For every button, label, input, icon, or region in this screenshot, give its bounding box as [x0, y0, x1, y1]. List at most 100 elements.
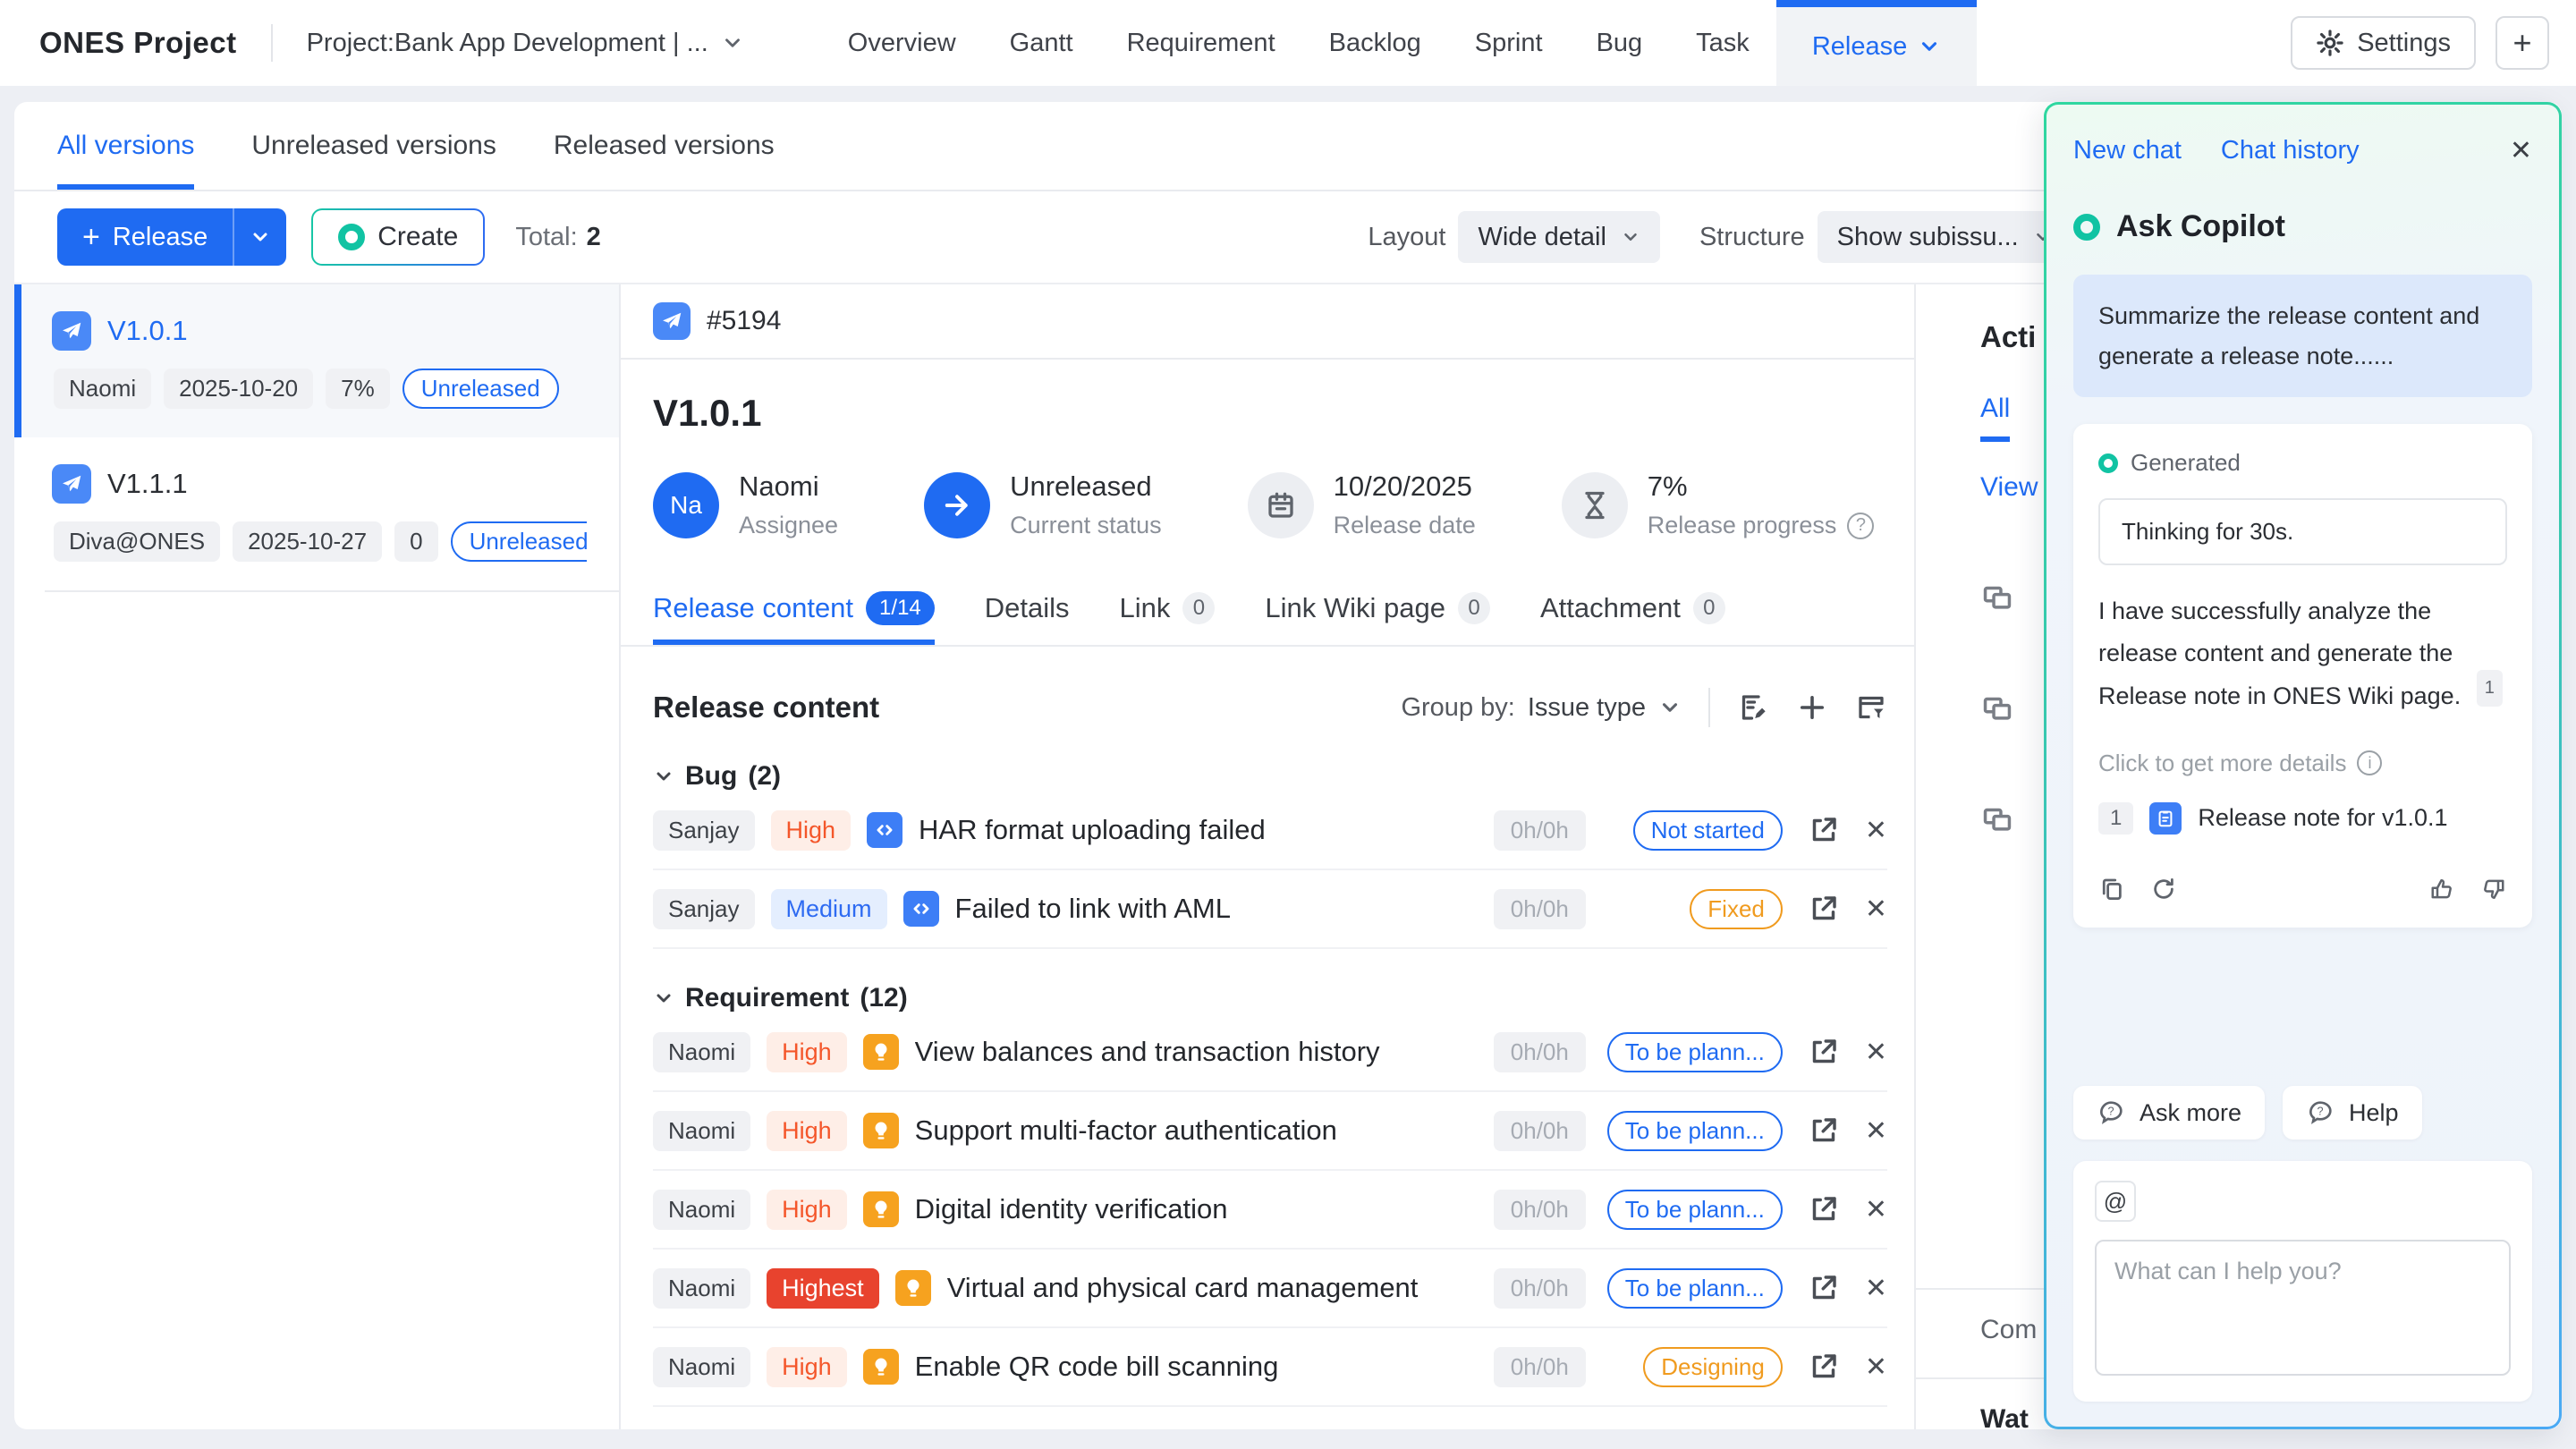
group-header-requirement[interactable]: Requirement (12) [653, 983, 1887, 1013]
version-item-v101[interactable]: V1.0.1 Naomi 2025-10-20 7% Unreleased [14, 284, 619, 437]
new-chat-link[interactable]: New chat [2073, 136, 2182, 165]
issue-title[interactable]: HAR format uploading failed [919, 814, 1478, 846]
thumbs-down-icon[interactable] [2480, 876, 2507, 902]
thinking-toggle[interactable]: Thinking for 30s. [2098, 498, 2507, 566]
hours-tag: 0h/0h [1493, 809, 1586, 851]
issue-title[interactable]: Digital identity verification [915, 1193, 1478, 1225]
nav-bug[interactable]: Bug [1570, 0, 1670, 86]
add-button[interactable]: + [2496, 16, 2549, 70]
plus-icon: + [2512, 24, 2532, 61]
chat-history-link[interactable]: Chat history [2221, 136, 2360, 165]
issue-title[interactable]: View balances and transaction history [915, 1036, 1478, 1068]
nav-overview[interactable]: Overview [821, 0, 983, 86]
open-in-new-icon[interactable] [1808, 893, 1840, 925]
meta-progress[interactable]: 7% Release progress ? [1561, 470, 1875, 539]
remove-icon[interactable]: ✕ [1865, 1273, 1887, 1304]
filter-panel-icon[interactable] [1855, 691, 1887, 724]
structure-label: Structure [1699, 222, 1805, 251]
nav-release[interactable]: Release [1775, 0, 1978, 86]
group-header-bug[interactable]: Bug (2) [653, 761, 1887, 792]
open-in-new-icon[interactable] [1808, 1036, 1840, 1068]
nav-requirement[interactable]: Requirement [1100, 0, 1302, 86]
tab-link[interactable]: Link 0 [1120, 577, 1216, 645]
row-actions: 0h/0h To be plann... ✕ [1493, 1031, 1887, 1072]
tab-unreleased-versions[interactable]: Unreleased versions [251, 102, 496, 190]
status-pill[interactable]: Fixed [1690, 888, 1783, 929]
status-pill[interactable]: Designing [1643, 1346, 1783, 1387]
status-pill[interactable]: Not started [1632, 809, 1783, 851]
issue-title[interactable]: Support multi-factor authentication [915, 1114, 1478, 1147]
remove-icon[interactable]: ✕ [1865, 1194, 1887, 1225]
nav-gantt[interactable]: Gantt [983, 0, 1100, 86]
issue-row[interactable]: Naomi High Enable QR code bill scanning … [653, 1328, 1887, 1407]
new-release-button[interactable]: + Release [57, 208, 287, 266]
group-by-select[interactable]: Group by: Issue type [1401, 693, 1682, 723]
tab-link-wiki-page[interactable]: Link Wiki page 0 [1265, 577, 1490, 645]
open-in-new-icon[interactable] [1808, 1272, 1840, 1304]
copilot-create-inner[interactable]: Create [313, 210, 484, 264]
open-in-new-icon[interactable] [1808, 1193, 1840, 1225]
copy-icon[interactable] [2098, 876, 2125, 902]
copilot-create-button[interactable]: Create [311, 208, 486, 266]
add-issue-icon[interactable] [1796, 691, 1828, 724]
remove-icon[interactable]: ✕ [1865, 1037, 1887, 1068]
status-pill[interactable]: To be plann... [1606, 1110, 1783, 1151]
issue-row[interactable]: Naomi High Support multi-factor authenti… [653, 1092, 1887, 1171]
tab-release-content[interactable]: Release content 1/14 [653, 577, 935, 645]
remove-icon[interactable]: ✕ [1865, 1352, 1887, 1383]
mention-button[interactable]: @ [2095, 1181, 2136, 1222]
structure-select[interactable]: Show subissu... [1817, 211, 2072, 263]
regenerate-icon[interactable] [2150, 876, 2177, 902]
issue-title[interactable]: Failed to link with AML [955, 893, 1478, 925]
help-chip[interactable]: ? Help [2283, 1086, 2422, 1140]
issue-row[interactable]: Sanjay Medium Failed to link with AML 0h… [653, 870, 1887, 949]
new-release-dropdown[interactable] [234, 208, 286, 266]
close-icon[interactable]: ✕ [2510, 135, 2532, 166]
help-circle-icon[interactable]: ? [1847, 512, 1875, 539]
remove-icon[interactable]: ✕ [1865, 1115, 1887, 1147]
generate-report-icon[interactable] [1737, 691, 1769, 724]
issue-row[interactable]: Naomi High View balances and transaction… [653, 1013, 1887, 1092]
activity-tab-all[interactable]: All [1980, 394, 2011, 442]
issue-title[interactable]: Virtual and physical card management [947, 1272, 1478, 1304]
thumbs-up-icon[interactable] [2428, 876, 2455, 902]
tab-details[interactable]: Details [985, 577, 1070, 645]
tab-released-versions[interactable]: Released versions [554, 102, 775, 190]
open-in-new-icon[interactable] [1808, 1114, 1840, 1147]
meta-assignee[interactable]: Na Naomi Assignee [653, 470, 838, 539]
status-pill[interactable]: To be plann... [1606, 1189, 1783, 1230]
layout-select[interactable]: Wide detail [1458, 211, 1660, 263]
release-plane-icon [52, 464, 91, 504]
status-pill[interactable]: To be plann... [1606, 1031, 1783, 1072]
release-plane-icon [653, 302, 691, 340]
open-in-new-icon[interactable] [1808, 814, 1840, 846]
new-release-main[interactable]: + Release [57, 208, 233, 266]
wiki-page-icon [2149, 801, 2182, 835]
copilot-input[interactable] [2095, 1240, 2511, 1376]
layout-value: Wide detail [1478, 222, 1606, 251]
assignee-tag: Naomi [54, 369, 152, 409]
settings-button[interactable]: Settings [2291, 16, 2476, 70]
remove-icon[interactable]: ✕ [1865, 894, 1887, 925]
issue-title[interactable]: Enable QR code bill scanning [915, 1351, 1478, 1383]
meta-release-date[interactable]: 10/20/2025 Release date [1247, 470, 1476, 539]
ask-more-chip[interactable]: ? Ask more [2073, 1086, 2266, 1140]
meta-status[interactable]: Unreleased Current status [924, 470, 1162, 539]
nav-task[interactable]: Task [1669, 0, 1776, 86]
tab-attachment[interactable]: Attachment 0 [1540, 577, 1725, 645]
nav-sprint[interactable]: Sprint [1448, 0, 1570, 86]
release-content-scroll[interactable]: Release content Group by: Issue type Bug… [621, 647, 1914, 1429]
reference-title[interactable]: Release note for v1.0.1 [2198, 804, 2447, 832]
version-item-v111[interactable]: V1.1.1 Diva@ONES 2025-10-27 0 Unreleased [14, 437, 619, 590]
issue-row[interactable]: Naomi Highest Virtual and physical card … [653, 1250, 1887, 1328]
footnote-badge[interactable]: 1 [2476, 669, 2503, 707]
nav-backlog[interactable]: Backlog [1302, 0, 1448, 86]
status-pill[interactable]: To be plann... [1606, 1267, 1783, 1309]
project-selector[interactable]: Project:Bank App Development | ... [307, 29, 744, 58]
issue-row[interactable]: Naomi High Digital identity verification… [653, 1171, 1887, 1250]
remove-icon[interactable]: ✕ [1865, 815, 1887, 846]
reference-link[interactable]: 1 Release note for v1.0.1 [2098, 801, 2507, 835]
issue-row[interactable]: Sanjay High HAR format uploading failed … [653, 792, 1887, 870]
tab-all-versions[interactable]: All versions [57, 102, 195, 190]
open-in-new-icon[interactable] [1808, 1351, 1840, 1383]
